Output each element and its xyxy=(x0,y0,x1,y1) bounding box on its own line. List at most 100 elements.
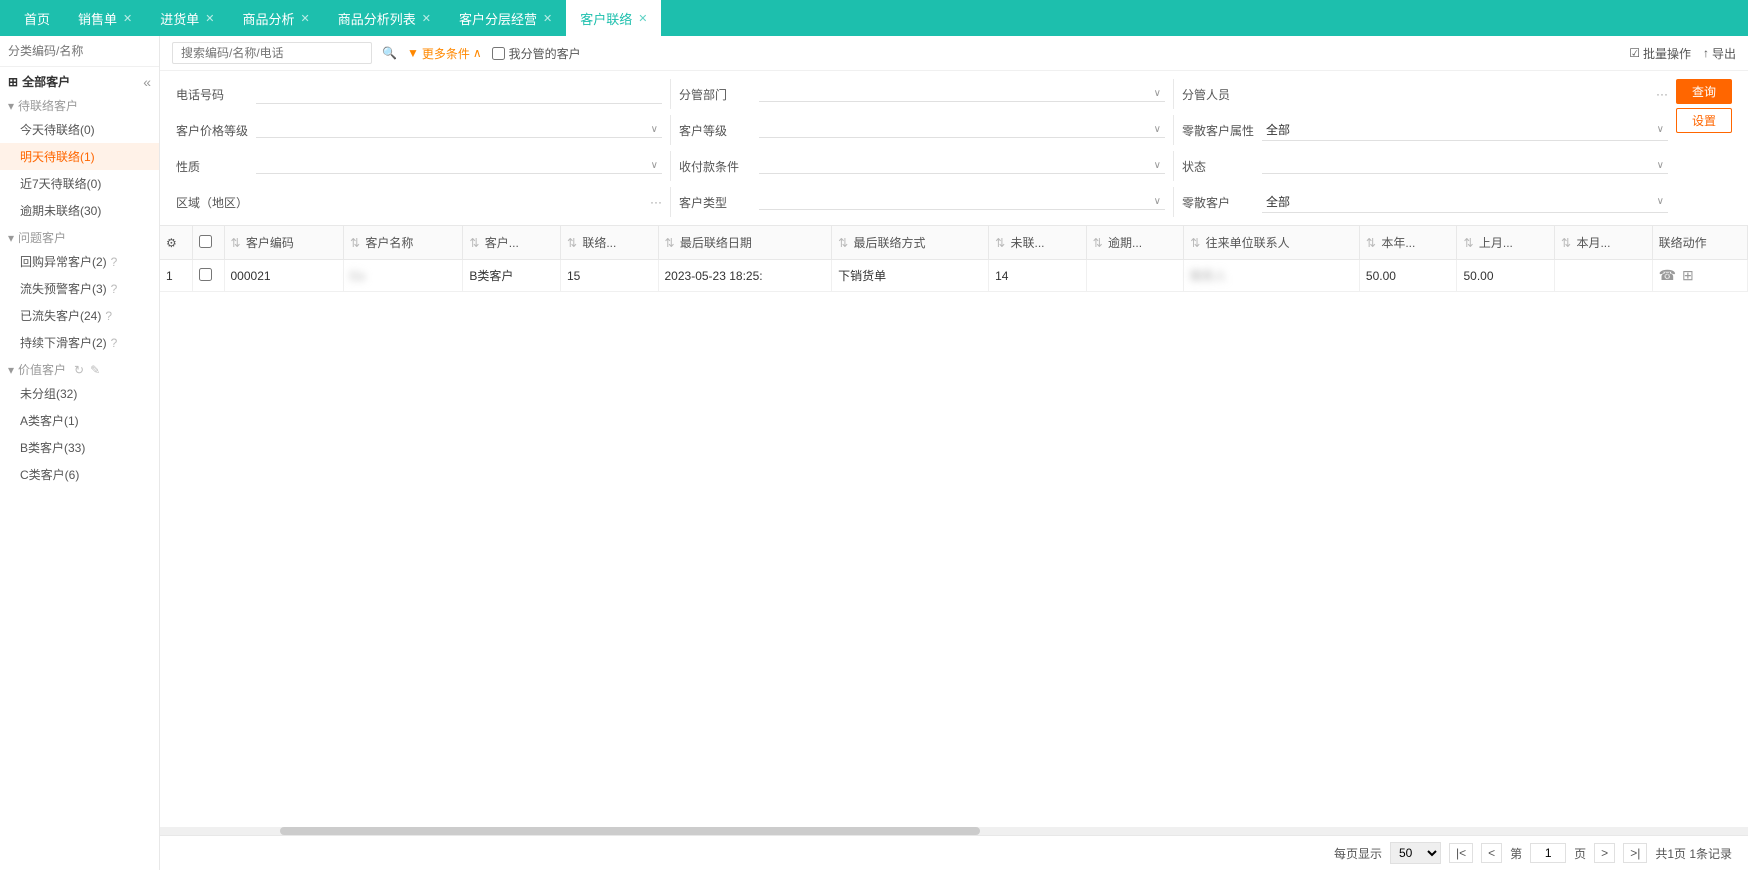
help-icon-3[interactable]: ? xyxy=(105,309,112,323)
retail-customer-select[interactable]: 全部 ∨ xyxy=(1262,191,1668,213)
cell-last-contact-date: 2023-05-23 18:25: xyxy=(658,260,832,292)
sidebar-item-overdue[interactable]: 逾期未联络(30) xyxy=(0,197,159,224)
edit-icon[interactable]: ✎ xyxy=(90,363,100,377)
filter-field-payment: 收付款条件 ∨ xyxy=(679,158,1165,175)
per-page-select[interactable]: 50 100 200 xyxy=(1390,842,1441,864)
prev-page-btn[interactable]: < xyxy=(1481,843,1502,863)
select-all-checkbox[interactable] xyxy=(199,235,212,248)
filter-field-region: 区域（地区） ··· xyxy=(176,194,662,211)
nav-customer-contact[interactable]: 客户联络 ✕ xyxy=(566,0,661,36)
sidebar-collapse-icon[interactable]: « xyxy=(143,74,151,90)
divider-4 xyxy=(1173,115,1174,145)
page-label: 第 xyxy=(1510,845,1522,862)
settings-icon[interactable]: ⚙ xyxy=(166,236,177,250)
horizontal-scrollbar[interactable] xyxy=(160,827,1748,835)
col-last-month: ⇅ 上月... xyxy=(1457,226,1555,260)
nav-purchase-close[interactable]: ✕ xyxy=(205,12,214,25)
more-action-icon[interactable]: ⊞ xyxy=(1682,267,1694,284)
sort-icon-11[interactable]: ⇅ xyxy=(1463,236,1473,250)
sort-icon-6[interactable]: ⇅ xyxy=(838,236,848,250)
sidebar-item-churned[interactable]: 已流失客户(24) ? xyxy=(0,302,159,329)
sidebar-item-class-b[interactable]: B类客户(33) xyxy=(0,434,159,461)
sort-icon-7[interactable]: ⇅ xyxy=(995,236,1005,250)
scrollbar-thumb[interactable] xyxy=(280,827,980,835)
nav-product-analysis[interactable]: 商品分析 ✕ xyxy=(228,0,323,36)
sort-icon-2[interactable]: ⇅ xyxy=(350,236,360,250)
nav-customer-contact-close[interactable]: ✕ xyxy=(638,12,647,25)
batch-op-btn[interactable]: ☑ 批量操作 xyxy=(1629,45,1691,62)
sort-icon-10[interactable]: ⇅ xyxy=(1366,236,1376,250)
sort-icon-12[interactable]: ⇅ xyxy=(1561,236,1571,250)
sort-icon[interactable]: ⇅ xyxy=(231,236,241,250)
query-button[interactable]: 查询 xyxy=(1676,79,1732,104)
retail-attr-select[interactable]: 全部 ∨ xyxy=(1262,119,1668,141)
sort-icon-5[interactable]: ⇅ xyxy=(665,236,675,250)
customer-type-select[interactable]: ∨ xyxy=(759,194,1165,210)
nav-product-analysis-list-close[interactable]: ✕ xyxy=(422,12,431,25)
status-select[interactable]: ∨ xyxy=(1262,158,1668,174)
nav-sales-close[interactable]: ✕ xyxy=(123,12,132,25)
person-dots-btn[interactable]: ··· xyxy=(1656,87,1668,101)
sidebar-item-today[interactable]: 今天待联络(0) xyxy=(0,116,159,143)
divider-3 xyxy=(670,115,671,145)
row-checkbox[interactable] xyxy=(199,268,212,281)
next-page-btn[interactable]: > xyxy=(1594,843,1615,863)
filter-field-dept: 分管部门 ∨ xyxy=(679,86,1165,103)
sidebar-item-class-a[interactable]: A类客户(1) xyxy=(0,407,159,434)
nav-product-analysis-close[interactable]: ✕ xyxy=(301,12,310,25)
export-btn[interactable]: ↑ 导出 xyxy=(1703,45,1736,62)
help-icon-4[interactable]: ? xyxy=(111,336,118,350)
customer-tier-select[interactable]: ∨ xyxy=(759,122,1165,138)
nav-purchase[interactable]: 进货单 ✕ xyxy=(146,0,228,36)
contact-action-icon[interactable]: ☎ xyxy=(1659,267,1676,284)
col-this-month: ⇅ 本月... xyxy=(1555,226,1653,260)
first-page-btn[interactable]: |< xyxy=(1449,843,1473,863)
nav-customer-tier-close[interactable]: ✕ xyxy=(543,12,552,25)
refresh-icon[interactable]: ↻ xyxy=(74,363,84,377)
arrow-down-icon: ▾ xyxy=(8,99,14,113)
cell-this-year: 50.00 xyxy=(1359,260,1457,292)
cell-not-contacted: 14 xyxy=(989,260,1087,292)
last-page-btn[interactable]: >| xyxy=(1623,843,1647,863)
sort-icon-4[interactable]: ⇅ xyxy=(567,236,577,250)
sidebar-item-7days[interactable]: 近7天待联络(0) xyxy=(0,170,159,197)
filter-field-status: 状态 ∨ xyxy=(1182,158,1668,175)
sidebar-item-tomorrow[interactable]: 明天待联络(1) xyxy=(0,143,159,170)
my-customers-checkbox-label[interactable]: 我分管的客户 xyxy=(492,45,581,62)
nav-sales[interactable]: 销售单 ✕ xyxy=(64,0,146,36)
more-conditions-btn[interactable]: ▼ 更多条件 ∧ xyxy=(407,45,482,62)
total-label: 共1页 1条记录 xyxy=(1655,845,1732,862)
nature-select[interactable]: ∨ xyxy=(256,158,662,174)
sidebar-item-churn-warning[interactable]: 流失预警客户(3) ? xyxy=(0,275,159,302)
all-customers-title[interactable]: ⊞ 全部客户 xyxy=(8,73,70,90)
page-number-input[interactable] xyxy=(1530,843,1566,863)
sidebar-item-declining[interactable]: 持续下滑客户(2) ? xyxy=(0,329,159,356)
sort-icon-9[interactable]: ⇅ xyxy=(1190,236,1200,250)
search-btn-icon[interactable]: 🔍 xyxy=(382,46,397,60)
sidebar-search-input[interactable] xyxy=(8,44,160,58)
sort-icon-3[interactable]: ⇅ xyxy=(469,236,479,250)
dept-select[interactable]: ∨ xyxy=(759,86,1165,102)
search-input[interactable] xyxy=(172,42,372,64)
region-dots-btn[interactable]: ··· xyxy=(650,195,662,209)
nav-product-analysis-list[interactable]: 商品分析列表 ✕ xyxy=(324,0,445,36)
nav-home[interactable]: 首页 xyxy=(10,0,64,36)
filter-field-phone: 电话号码 xyxy=(176,85,662,104)
sidebar-group-value[interactable]: ▾ 价值客户 ↻ ✎ xyxy=(0,356,159,380)
my-customers-checkbox[interactable] xyxy=(492,47,505,60)
help-icon-2[interactable]: ? xyxy=(111,282,118,296)
sidebar-item-ungrouped[interactable]: 未分组(32) xyxy=(0,380,159,407)
sidebar-group-problem[interactable]: ▾ 问题客户 xyxy=(0,224,159,248)
sidebar-group-pending[interactable]: ▾ 待联络客户 xyxy=(0,92,159,116)
price-tier-select[interactable]: ∨ xyxy=(256,122,662,138)
settings-button[interactable]: 设置 xyxy=(1676,108,1732,133)
sort-icon-8[interactable]: ⇅ xyxy=(1093,236,1103,250)
phone-input[interactable] xyxy=(256,85,662,104)
cell-overdue xyxy=(1086,260,1184,292)
nav-customer-tier[interactable]: 客户分层经营 ✕ xyxy=(445,0,566,36)
payment-select[interactable]: ∨ xyxy=(759,158,1165,174)
help-icon[interactable]: ? xyxy=(111,255,118,269)
sidebar-item-repurchase-abnormal[interactable]: 回购异常客户(2) ? xyxy=(0,248,159,275)
sidebar-item-class-c[interactable]: C类客户(6) xyxy=(0,461,159,488)
contact-method-link[interactable]: 下销货单 xyxy=(838,269,886,283)
